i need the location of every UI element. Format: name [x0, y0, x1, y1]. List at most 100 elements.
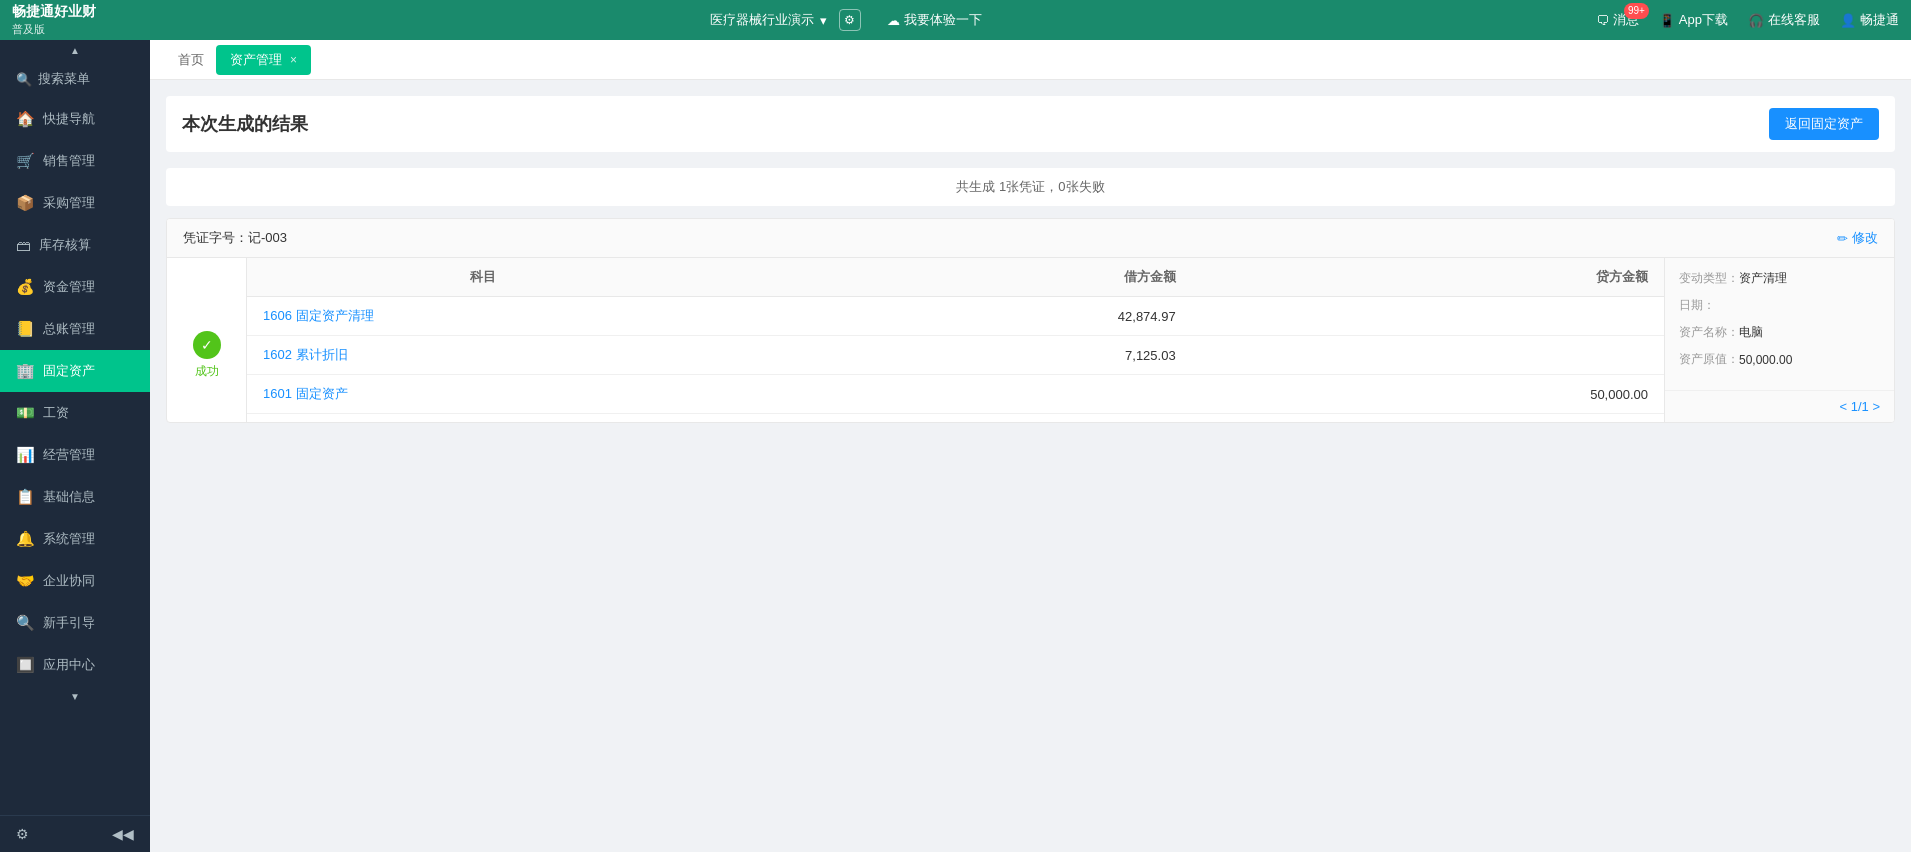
status-column: ✓ 成功 [167, 258, 247, 422]
tab-asset-management[interactable]: 资产管理 × [216, 45, 311, 75]
col-header-subject: 科目 [247, 258, 719, 297]
sidebar-item-purchase[interactable]: 📦 采购管理 [0, 182, 150, 224]
page-title: 本次生成的结果 [182, 112, 308, 136]
sidebar-collapse-btn[interactable]: ◀◀ [112, 826, 134, 842]
inventory-icon: 🗃 [16, 237, 31, 254]
table-cell-subject-1: 1602 累计折旧 [247, 336, 719, 375]
right-panel-change-type: 变动类型： 资产清理 [1679, 270, 1880, 287]
app-center-icon: 🔲 [16, 656, 35, 674]
change-type-value: 资产清理 [1739, 270, 1787, 287]
table-cell-subject-0: 1606 固定资产清理 [247, 297, 719, 336]
page-content: 本次生成的结果 返回固定资产 共生成 1张凭证，0张失败 凭证字号：记-003 … [150, 80, 1911, 852]
table-main: 科目 借方金额 贷方金额 1606 固定资产清理 [247, 258, 1664, 422]
app-download-btn[interactable]: 📱 App下载 [1659, 11, 1728, 29]
original-value-label: 资产原值： [1679, 351, 1739, 368]
company-name: 医疗器械行业演示 [710, 11, 814, 29]
guide-icon: 🔍 [16, 614, 35, 632]
settings-icon[interactable]: ⚙ [839, 9, 861, 31]
voucher-no: 凭证字号：记-003 [183, 229, 287, 247]
sidebar-item-system[interactable]: 🔔 系统管理 [0, 518, 150, 560]
tab-home[interactable]: 首页 [166, 51, 216, 69]
payroll-icon: 💵 [16, 404, 35, 422]
right-panel-content: 变动类型： 资产清理 日期： 资产名称： 电脑 [1665, 258, 1894, 390]
table-body-area: ✓ 成功 科目 借方金额 贷方金额 [167, 258, 1894, 422]
sidebar-item-company-collab[interactable]: 🤝 企业协同 [0, 560, 150, 602]
table-row: 1601 固定资产 50,000.00 [247, 375, 1664, 414]
subject-link-1[interactable]: 1602 累计折旧 [263, 347, 348, 362]
return-btn[interactable]: 返回固定资产 [1769, 108, 1879, 140]
right-panel-date: 日期： [1679, 297, 1880, 314]
fixed-assets-icon: 🏢 [16, 362, 35, 380]
original-value-value: 50,000.00 [1739, 353, 1792, 367]
page-header: 本次生成的结果 返回固定资产 [166, 96, 1895, 152]
ledger-icon: 📒 [16, 320, 35, 338]
user-menu-btn[interactable]: 👤 畅捷通 [1840, 11, 1899, 29]
main-layout: ▲ 🔍 搜索菜单 🏠 快捷导航 🛒 销售管理 📦 采购管理 🗃 库存核算 [0, 40, 1911, 852]
voucher-header: 凭证字号：记-003 ✏ 修改 [167, 219, 1894, 258]
success-icon: ✓ [193, 331, 221, 359]
phone-icon: 📱 [1659, 13, 1675, 28]
sidebar-item-ledger[interactable]: 📒 总账管理 [0, 308, 150, 350]
sidebar-item-search[interactable]: 🔍 搜索菜单 [0, 60, 150, 98]
sidebar-item-inventory[interactable]: 🗃 库存核算 [0, 224, 150, 266]
content-area: 首页 资产管理 × 本次生成的结果 返回固定资产 共生成 1张凭证，0张失败 凭… [150, 40, 1911, 852]
col-header-credit: 贷方金额 [1192, 258, 1664, 297]
tab-close-icon[interactable]: × [290, 53, 297, 67]
col-header-debit: 借方金额 [719, 258, 1191, 297]
purchase-icon: 📦 [16, 194, 35, 212]
sidebar-item-sales[interactable]: 🛒 销售管理 [0, 140, 150, 182]
experience-btn[interactable]: ☁ 我要体验一下 [887, 11, 982, 29]
asset-name-label: 资产名称： [1679, 324, 1739, 341]
online-support-btn[interactable]: 🎧 在线客服 [1748, 11, 1820, 29]
home-icon: 🏠 [16, 110, 35, 128]
success-text: 成功 [195, 363, 219, 380]
table-cell-debit-0: 42,874.97 [719, 297, 1191, 336]
asset-name-value: 电脑 [1739, 324, 1763, 341]
scroll-up-arrow[interactable]: ▲ [0, 40, 150, 60]
sidebar-settings-btn[interactable]: ⚙ [16, 826, 29, 842]
right-panel-asset-name: 资产名称： 电脑 [1679, 324, 1880, 341]
sidebar-item-guide[interactable]: 🔍 新手引导 [0, 602, 150, 644]
message-icon: 🗨 [1596, 13, 1609, 28]
headset-icon: 🎧 [1748, 13, 1764, 28]
right-panel-pagination[interactable]: < 1/1 > [1665, 390, 1894, 422]
next-page-icon[interactable]: > [1872, 399, 1880, 414]
header-actions: 🗨 消息 99+ 📱 App下载 🎧 在线客服 👤 畅捷通 [1596, 11, 1899, 29]
subject-link-0[interactable]: 1606 固定资产清理 [263, 308, 374, 323]
table-card: 凭证字号：记-003 ✏ 修改 ✓ 成功 [166, 218, 1895, 423]
sidebar-item-payroll[interactable]: 💵 工资 [0, 392, 150, 434]
table-cell-debit-2 [719, 375, 1191, 414]
data-table: 科目 借方金额 贷方金额 1606 固定资产清理 [247, 258, 1664, 414]
avatar-icon: 👤 [1840, 13, 1856, 28]
summary-text: 共生成 1张凭证，0张失败 [956, 179, 1104, 194]
notifications-btn[interactable]: 🗨 消息 99+ [1596, 11, 1639, 29]
scroll-down-arrow[interactable]: ▼ [0, 686, 150, 706]
basic-info-icon: 📋 [16, 488, 35, 506]
sidebar-item-fixed-assets[interactable]: 🏢 固定资产 [0, 350, 150, 392]
finance-icon: 💰 [16, 278, 35, 296]
table-row: 1602 累计折旧 7,125.03 [247, 336, 1664, 375]
tab-bar: 首页 资产管理 × [150, 40, 1911, 80]
management-icon: 📊 [16, 446, 35, 464]
search-icon: 🔍 [16, 72, 32, 87]
sidebar-item-management[interactable]: 📊 经营管理 [0, 434, 150, 476]
sidebar-item-basic-info[interactable]: 📋 基础信息 [0, 476, 150, 518]
right-panel-original-value: 资产原值： 50,000.00 [1679, 351, 1880, 368]
sidebar-item-finance[interactable]: 💰 资金管理 [0, 266, 150, 308]
notification-badge: 99+ [1624, 3, 1649, 19]
table-cell-credit-1 [1192, 336, 1664, 375]
sidebar-item-quick-nav[interactable]: 🏠 快捷导航 [0, 98, 150, 140]
date-label: 日期： [1679, 297, 1739, 314]
logo: 畅捷通好业财 普及版 [12, 3, 96, 37]
company-selector: 医疗器械行业演示 ▾ ⚙ ☁ 我要体验一下 [710, 9, 982, 31]
subject-link-2[interactable]: 1601 固定资产 [263, 386, 348, 401]
table-cell-debit-1: 7,125.03 [719, 336, 1191, 375]
table-cell-credit-2: 50,000.00 [1192, 375, 1664, 414]
company-dropdown-icon[interactable]: ▾ [820, 13, 827, 28]
sidebar-item-app-center[interactable]: 🔲 应用中心 [0, 644, 150, 686]
table-cell-subject-2: 1601 固定资产 [247, 375, 719, 414]
edit-btn[interactable]: ✏ 修改 [1837, 229, 1878, 247]
top-header: 畅捷通好业财 普及版 医疗器械行业演示 ▾ ⚙ ☁ 我要体验一下 🗨 消息 99… [0, 0, 1911, 40]
sales-icon: 🛒 [16, 152, 35, 170]
prev-page-icon[interactable]: < [1840, 399, 1848, 414]
